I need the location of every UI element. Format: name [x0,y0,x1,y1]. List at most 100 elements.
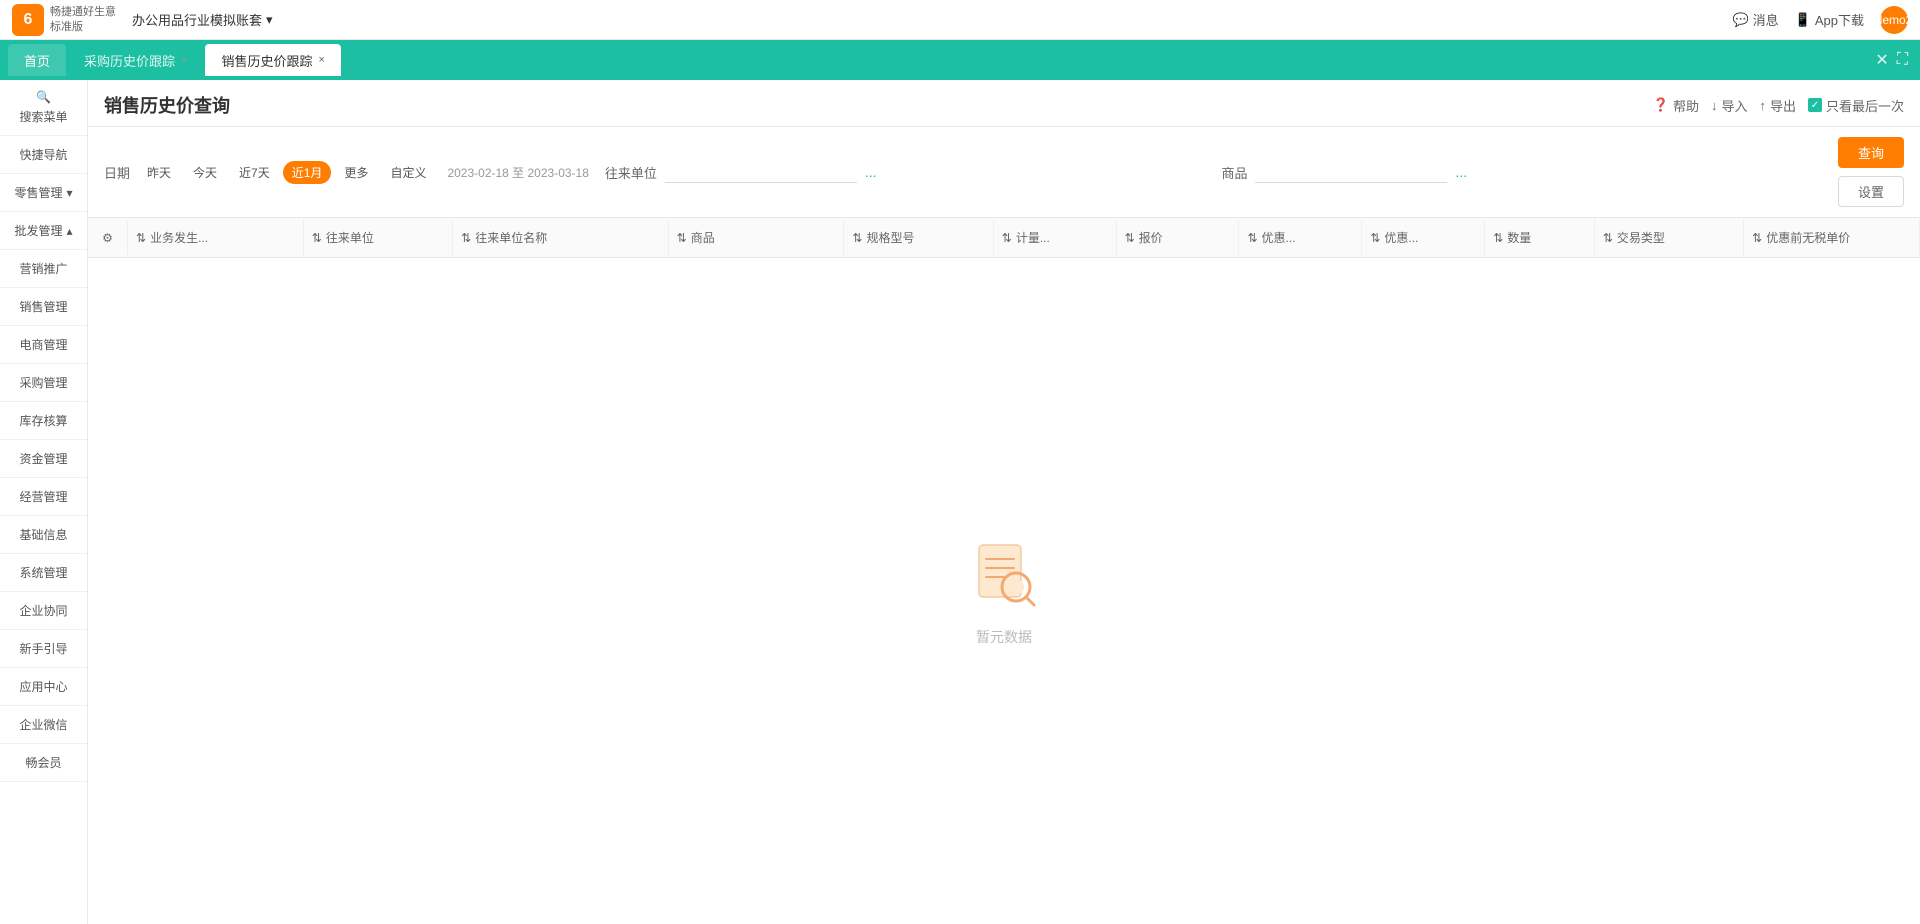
sidebar-item-search[interactable]: 🔍 搜索菜单 [0,80,87,136]
main-layout: 🔍 搜索菜单 快捷导航 零售管理 ▾ 批发管理 ▴ 营销推广 销售管理 电商管理… [0,80,1920,924]
th-qty[interactable]: ⇅ 数量 [1485,219,1595,256]
sidebar-item-operations[interactable]: 经营管理 [0,478,87,516]
gear-icon: ⚙ [102,231,113,245]
table-header: ⚙ ⇅ 业务发生... ⇅ 往来单位 ⇅ 往来单位名称 ⇅ 商品 [88,218,1920,258]
setting-button[interactable]: 设置 [1838,176,1904,207]
company-name: 办公用品行业模拟账套 [132,10,262,29]
product-input[interactable] [1255,161,1447,183]
logo-icon: 6 [12,4,44,36]
only-last-checkbox[interactable]: ✓ 只看最后一次 [1808,96,1904,115]
date-filter-group: 日期 昨天 今天 近7天 近1月 更多 自定义 2023-02-18 至 202… [104,161,589,184]
sidebar-item-member[interactable]: 畅会员 [0,744,87,782]
sidebar-item-retail[interactable]: 零售管理 ▾ [0,174,87,212]
maximize-icon[interactable]: ⛶ [1897,51,1908,69]
avatar: demo2 [1880,6,1908,34]
th-date[interactable]: ⇅ 业务发生... [128,219,304,256]
chevron-down-icon: ▾ [266,12,273,28]
sidebar-item-inventory[interactable]: 库存核算 [0,402,87,440]
sidebar-item-ecommerce[interactable]: 电商管理 [0,326,87,364]
export-button[interactable]: ↑ 导出 [1759,96,1796,115]
top-bar-right: 💬 消息 📱 App下载 demo2 [1732,6,1908,34]
sort-icon: ⇅ [852,231,862,245]
user-menu[interactable]: demo2 [1880,6,1908,34]
date-filter-label: 日期 [104,163,130,182]
date-btn-today[interactable]: 今天 [184,161,226,184]
th-product[interactable]: ⇅ 商品 [669,219,845,256]
th-notax[interactable]: ⇅ 优惠前无税单价 [1744,219,1920,256]
sidebar-item-wholesale[interactable]: 批发管理 ▴ [0,212,87,250]
query-button[interactable]: 查询 [1838,137,1904,168]
date-btn-1month[interactable]: 近1月 [283,161,332,184]
sidebar-label-collab: 企业协同 [19,602,67,619]
sidebar-item-sales[interactable]: 销售管理 [0,288,87,326]
sidebar-item-marketing[interactable]: 营销推广 [0,250,87,288]
sort-icon: ⇅ [1603,231,1613,245]
sidebar-item-purchase[interactable]: 采购管理 [0,364,87,402]
sort-icon: ⇅ [1370,231,1380,245]
close-window-icon[interactable]: ✕ [1875,50,1888,70]
date-btn-custom[interactable]: 自定义 [381,161,435,184]
sidebar-item-collab[interactable]: 企业协同 [0,592,87,630]
sidebar-item-quick-nav[interactable]: 快捷导航 [0,136,87,174]
sidebar-label-quick: 快捷导航 [19,146,67,163]
import-icon: ↓ [1711,98,1718,113]
product-filter-group: 商品 ... [1221,161,1822,183]
partner-input[interactable] [665,161,857,183]
chevron-up-icon: ▴ [66,224,72,238]
app-download-button[interactable]: 📱 App下载 [1795,10,1864,29]
sidebar-label-operations: 经营管理 [19,488,67,505]
th-discount2[interactable]: ⇅ 优惠... [1362,219,1485,256]
sidebar-item-wechat[interactable]: 企业微信 [0,706,87,744]
sidebar-label-wechat: 企业微信 [19,716,67,733]
sidebar-label-wholesale: 批发管理 [14,222,62,239]
sidebar: 🔍 搜索菜单 快捷导航 零售管理 ▾ 批发管理 ▴ 营销推广 销售管理 电商管理… [0,80,88,924]
tab-purchase-close[interactable]: × [181,54,187,66]
tab-sales-label: 销售历史价跟踪 [221,51,312,70]
sidebar-item-apps[interactable]: 应用中心 [0,668,87,706]
top-bar: 6 畅捷通好生意 标准版 办公用品行业模拟账套 ▾ 💬 消息 📱 App下载 d… [0,0,1920,40]
company-selector[interactable]: 办公用品行业模拟账套 ▾ [124,6,281,33]
th-unit-name[interactable]: ⇅ 往来单位名称 [453,219,669,256]
sidebar-label-member: 畅会员 [25,754,61,771]
date-btn-yesterday[interactable]: 昨天 [138,161,180,184]
import-button[interactable]: ↓ 导入 [1711,96,1748,115]
partner-label: 往来单位 [605,163,657,182]
th-spec[interactable]: ⇅ 规格型号 [844,219,993,256]
filter-row: 日期 昨天 今天 近7天 近1月 更多 自定义 2023-02-18 至 202… [88,127,1920,218]
tab-purchase-label: 采购历史价跟踪 [84,51,175,70]
sidebar-item-base-info[interactable]: 基础信息 [0,516,87,554]
date-btn-7days[interactable]: 近7天 [230,161,279,184]
checkbox-teal-icon: ✓ [1808,98,1822,112]
page-header: 销售历史价查询 ❓ 帮助 ↓ 导入 ↑ 导出 ✓ [88,80,1920,127]
search-icon: 🔍 [36,90,51,104]
help-icon: ❓ [1653,97,1669,113]
th-settings[interactable]: ⚙ [88,221,128,255]
tab-sales-close[interactable]: × [318,54,324,66]
date-btn-more[interactable]: 更多 [335,161,377,184]
sidebar-item-system[interactable]: 系统管理 [0,554,87,592]
message-button[interactable]: 💬 消息 [1732,10,1778,29]
tab-bar-right: ✕ ⛶ [1875,50,1912,70]
tab-home[interactable]: 首页 [8,44,66,76]
th-unit-code[interactable]: ⇅ 往来单位 [304,219,453,256]
page-title-row: 销售历史价查询 ❓ 帮助 ↓ 导入 ↑ 导出 ✓ [104,92,1904,118]
partner-picker-icon[interactable]: ... [865,164,877,180]
sidebar-label-ecommerce: 电商管理 [19,336,67,353]
th-discount1[interactable]: ⇅ 优惠... [1239,219,1362,256]
logo-text: 畅捷通好生意 标准版 [50,5,116,34]
product-picker-icon[interactable]: ... [1455,164,1467,180]
sidebar-item-guide[interactable]: 新手引导 [0,630,87,668]
th-unit[interactable]: ⇅ 计量... [994,219,1117,256]
sidebar-label-finance: 资金管理 [19,450,67,467]
empty-state: 暂元数据 [88,258,1920,924]
th-price[interactable]: ⇅ 报价 [1117,219,1240,256]
query-setting-group: 查询 设置 [1838,137,1904,207]
sidebar-label-apps: 应用中心 [19,678,67,695]
tab-bar-left: 首页 采购历史价跟踪 × 销售历史价跟踪 × [8,44,341,76]
tab-purchase-history[interactable]: 采购历史价跟踪 × [68,44,203,76]
th-trade[interactable]: ⇅ 交易类型 [1595,219,1744,256]
logo-area: 6 畅捷通好生意 标准版 [12,4,116,36]
tab-sales-history[interactable]: 销售历史价跟踪 × [205,44,340,76]
sidebar-item-finance[interactable]: 资金管理 [0,440,87,478]
help-button[interactable]: ❓ 帮助 [1653,96,1699,115]
